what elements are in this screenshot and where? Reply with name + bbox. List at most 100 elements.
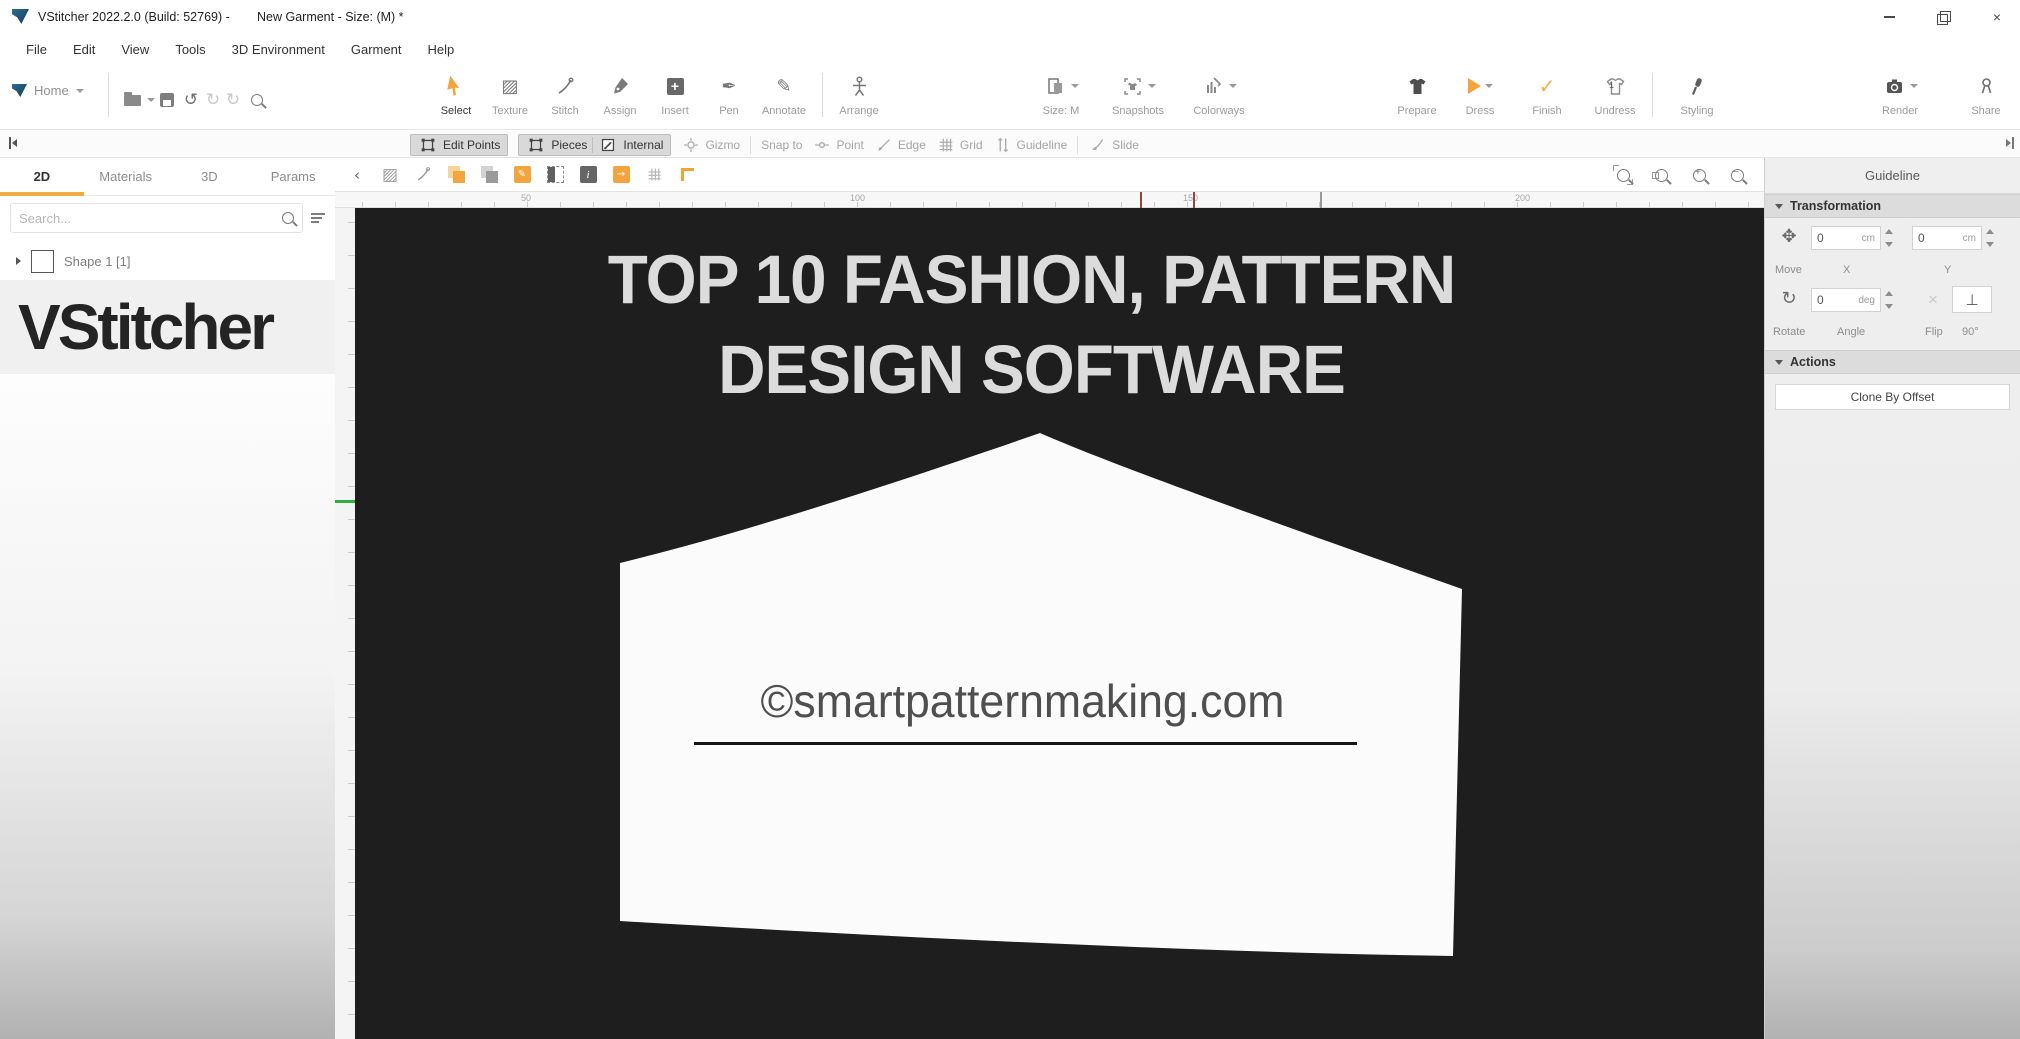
tool-dress[interactable]: Dress — [1452, 71, 1508, 117]
tool-undress[interactable]: 1 Undress — [1585, 71, 1645, 117]
expand-arrow-icon[interactable] — [16, 257, 21, 265]
pattern-piece-shape[interactable] — [355, 208, 1764, 1039]
tool-size[interactable]: Size: M — [1028, 71, 1094, 117]
snap-edge-toggle[interactable]: Edge — [874, 135, 926, 155]
toolbar-divider — [1652, 73, 1653, 117]
zoom-to-piece-button[interactable] — [1650, 164, 1672, 186]
move-y-spinner[interactable] — [1984, 227, 1995, 249]
tool-finish[interactable]: ✓ Finish — [1519, 71, 1575, 117]
rotate-90-button[interactable]: ⊥ — [1952, 286, 1992, 313]
assign-ink-icon — [613, 77, 628, 93]
orange-stack-icon — [447, 166, 465, 183]
tool-prepare[interactable]: Prepare — [1389, 71, 1445, 117]
redo-icon: ↻ — [205, 90, 221, 110]
zoom-out-button[interactable]: − — [1726, 164, 1748, 186]
info-overlay-button[interactable]: i — [576, 163, 600, 187]
tool-snapshots[interactable]: Snapshots — [1105, 71, 1171, 117]
tab-3d[interactable]: 3D — [168, 158, 252, 195]
snap-point-toggle[interactable]: Point — [812, 135, 864, 155]
shape-color-swatch[interactable] — [31, 249, 54, 273]
edit-points-toggle[interactable]: Edit Points — [410, 133, 509, 156]
tool-arrange[interactable]: Arrange — [831, 71, 887, 117]
tab-params[interactable]: Params — [251, 158, 335, 195]
snap-guideline-toggle[interactable]: Guideline — [993, 135, 1067, 155]
search-input[interactable] — [19, 210, 276, 226]
menu-view[interactable]: View — [108, 42, 162, 57]
corner-tool-button[interactable] — [675, 163, 699, 187]
close-icon[interactable]: × — [1988, 8, 2006, 26]
pieces-toggle[interactable]: Pieces — [526, 135, 587, 155]
tool-insert[interactable]: + Insert — [647, 71, 703, 117]
open-chevron-icon[interactable] — [147, 98, 155, 102]
tool-pen[interactable]: ✒ Pen — [701, 71, 757, 118]
stitch-view-button[interactable] — [411, 163, 435, 187]
filter-list-icon[interactable] — [311, 212, 325, 224]
collapse-right-button[interactable] — [2006, 137, 2014, 149]
tool-share[interactable]: Share — [1958, 71, 2014, 117]
minimize-icon[interactable] — [1880, 8, 1898, 26]
tool-render[interactable]: Render — [1872, 71, 1928, 117]
canvas-area[interactable]: TOP 10 FASHION, PATTERN DESIGN SOFTWARE … — [355, 208, 1764, 1039]
search-button[interactable] — [246, 89, 268, 111]
zoom-fit-button[interactable] — [1612, 164, 1634, 186]
actions-section-header[interactable]: Actions — [1765, 350, 2020, 374]
menu-garment[interactable]: Garment — [338, 42, 415, 57]
slide-toggle[interactable]: Slide — [1088, 135, 1139, 155]
info-icon: i — [579, 166, 597, 183]
gizmo-toggle[interactable]: Gizmo — [681, 135, 740, 155]
edit-mode-button[interactable]: ✎ — [510, 163, 534, 187]
rotate-label: Rotate — [1773, 326, 1806, 338]
home-menu-button[interactable]: Home — [12, 83, 84, 98]
show-layers-button[interactable] — [477, 163, 501, 187]
tab-materials[interactable]: Materials — [84, 158, 168, 195]
tool-select[interactable]: Select — [428, 71, 484, 117]
vstitcher-logo-block: VStitcher — [0, 280, 335, 374]
refresh-button[interactable]: ↻ — [222, 89, 244, 111]
move-x-input[interactable]: 0 cm — [1811, 226, 1881, 250]
tool-styling[interactable]: Styling — [1669, 71, 1725, 117]
orange-pen-icon: ✎ — [513, 166, 531, 183]
restore-icon[interactable] — [1934, 8, 1952, 26]
share-icon — [1981, 77, 1991, 93]
transformation-section-header[interactable]: Transformation — [1765, 194, 2020, 218]
dress-play-icon — [1467, 78, 1481, 94]
shape-tree-item[interactable]: Shape 1 [1] — [0, 244, 335, 278]
menu-edit[interactable]: Edit — [60, 42, 108, 57]
save-icon — [160, 93, 174, 107]
hatch-icon: ▨ — [381, 164, 399, 185]
angle-spinner[interactable] — [1883, 289, 1894, 311]
clone-by-offset-button[interactable]: Clone By Offset — [1775, 384, 2010, 410]
chevron-down-icon — [1909, 84, 1918, 88]
tool-stitch[interactable]: Stitch — [537, 71, 593, 117]
seam-allowance-button[interactable] — [543, 163, 567, 187]
render-camera-icon — [1886, 79, 1902, 93]
zoom-in-button[interactable]: + — [1688, 164, 1710, 186]
tool-texture[interactable]: ▨ Texture — [482, 71, 538, 118]
move-y-input[interactable]: 0 cm — [1912, 226, 1982, 250]
tab-2d[interactable]: 2D — [0, 158, 84, 196]
vstitcher-logo-text: VStitcher — [18, 291, 275, 363]
menu-3d-environment[interactable]: 3D Environment — [219, 42, 338, 57]
panel-collapse-button[interactable]: ‹ — [345, 163, 369, 187]
internal-toggle[interactable]: Internal — [598, 135, 663, 155]
show-pieces-button[interactable] — [444, 163, 468, 187]
grain-direction-button[interactable]: → — [609, 163, 633, 187]
menu-help[interactable]: Help — [414, 42, 467, 57]
flip-button[interactable]: × — [1921, 288, 1945, 312]
angle-input[interactable]: 0 deg — [1811, 288, 1881, 312]
grid-toggle-button[interactable] — [642, 163, 666, 187]
collapse-left-button[interactable] — [9, 137, 17, 149]
snap-grid-toggle[interactable]: Grid — [936, 135, 983, 155]
move-x-spinner[interactable] — [1883, 227, 1894, 249]
menu-tools[interactable]: Tools — [162, 42, 218, 57]
open-file-button[interactable] — [121, 89, 143, 111]
undo-button[interactable]: ↺ — [180, 89, 202, 111]
save-button[interactable] — [156, 89, 178, 111]
tool-annotate[interactable]: ✎ Annotate — [754, 71, 814, 118]
menu-file[interactable]: File — [13, 42, 60, 57]
redo-button[interactable]: ↻ — [202, 89, 224, 111]
texture-view-button[interactable]: ▨ — [378, 163, 402, 187]
collapse-section-icon — [1775, 359, 1783, 365]
tool-assign[interactable]: Assign — [592, 71, 648, 117]
tool-colorways[interactable]: Colorways — [1186, 71, 1252, 117]
